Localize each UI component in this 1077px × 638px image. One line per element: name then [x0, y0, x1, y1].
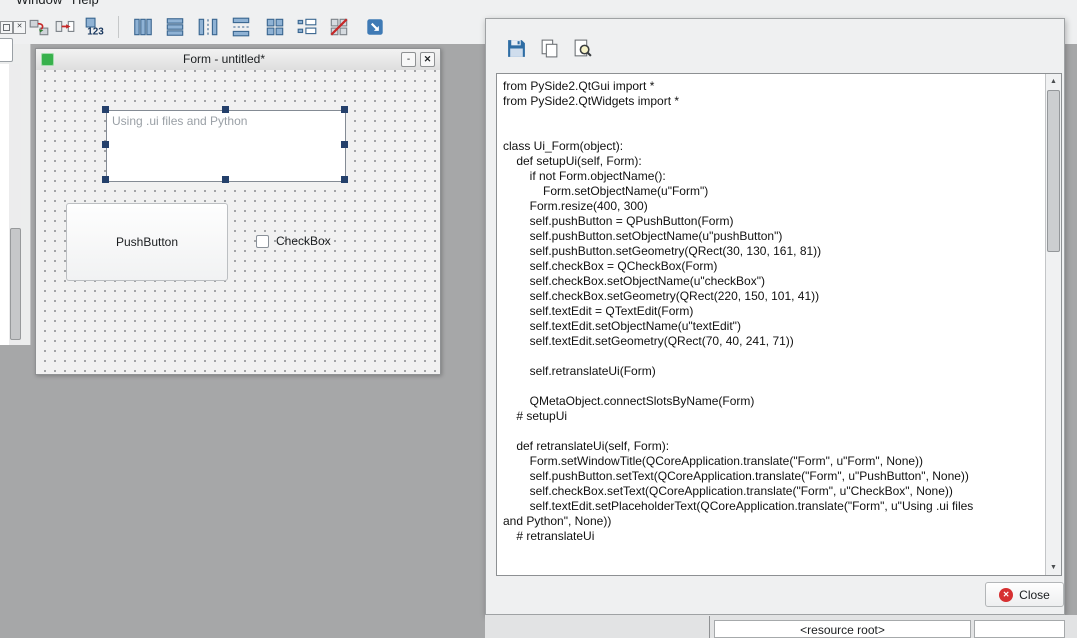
resource-root-item[interactable]: <resource root>: [714, 620, 971, 638]
copy-icon: [539, 38, 560, 62]
menu-item-window[interactable]: Window: [16, 0, 62, 8]
edit-signals-slots-icon: [28, 16, 50, 38]
code-scrollbar-thumb[interactable]: [1047, 90, 1060, 252]
save-icon: [506, 38, 527, 62]
break-layout-icon: [328, 16, 350, 38]
widget-box-scrollbar[interactable]: [9, 64, 21, 345]
menubar: Window Help: [0, 0, 480, 8]
form-designer-window: Form - untitled* - ✕ Using .ui files and…: [35, 48, 441, 375]
checkbox-label: CheckBox: [276, 234, 331, 248]
edit-tab-order-icon: 123: [84, 16, 106, 38]
menu-item-help[interactable]: Help: [72, 0, 99, 8]
layout-form-icon: [296, 16, 318, 38]
resize-handle-top-right[interactable]: [341, 106, 348, 113]
widget-box-list: [0, 64, 9, 345]
save-button[interactable]: [504, 38, 528, 62]
layout-horizontally-button[interactable]: [130, 14, 156, 40]
close-button-label: Close: [1019, 588, 1050, 602]
resize-handle-bottom[interactable]: [222, 176, 229, 183]
window-close-button[interactable]: ✕: [420, 52, 435, 67]
widget-filter-input[interactable]: [0, 38, 13, 62]
layout-vertical-splitter-icon: [230, 16, 252, 38]
toolbar-separator: [118, 16, 119, 38]
resize-handle-top-left[interactable]: [102, 106, 109, 113]
adjust-size-button[interactable]: [362, 14, 388, 40]
layout-grid-button[interactable]: [262, 14, 288, 40]
generated-code-text[interactable]: from PySide2.QtGui import * from PySide2…: [497, 74, 1061, 549]
dock-float-button[interactable]: [0, 21, 13, 34]
layout-vertically-button[interactable]: [162, 14, 188, 40]
code-viewer-window: from PySide2.QtGui import * from PySide2…: [485, 18, 1065, 615]
resize-handle-right[interactable]: [341, 141, 348, 148]
close-button[interactable]: ✕ Close: [985, 582, 1064, 607]
panel-divider: [709, 616, 710, 638]
resize-handle-top[interactable]: [222, 106, 229, 113]
scroll-down-icon[interactable]: ▼: [1046, 561, 1061, 574]
edit-tab-order-button[interactable]: 123: [82, 14, 108, 40]
layout-form-button[interactable]: [294, 14, 320, 40]
layout-vertically-icon: [164, 16, 186, 38]
edit-signals-slots-button[interactable]: [26, 14, 52, 40]
form-window-titlebar[interactable]: Form - untitled* - ✕: [36, 49, 440, 71]
resource-detail-panel: [974, 620, 1065, 638]
textedit-placeholder: Using .ui files and Python: [112, 114, 247, 128]
form-canvas[interactable]: Using .ui files and Python PushButton Ch…: [36, 70, 440, 374]
layout-horizontal-splitter-icon: [197, 16, 219, 38]
layout-grid-icon: [264, 16, 286, 38]
qt-designer-app: Window Help ✕ 123: [0, 0, 1077, 638]
svg-text:123: 123: [87, 27, 104, 38]
checkbox-indicator[interactable]: [256, 235, 269, 248]
code-scrollbar[interactable]: ▲ ▼: [1045, 74, 1061, 575]
textedit-widget[interactable]: Using .ui files and Python: [106, 110, 346, 182]
close-circle-icon: ✕: [999, 588, 1013, 602]
resize-handle-bottom-left[interactable]: [102, 176, 109, 183]
resource-root-label: <resource root>: [800, 623, 885, 637]
adjust-size-icon: [364, 16, 386, 38]
copy-button[interactable]: [537, 38, 561, 62]
break-layout-button[interactable]: [326, 14, 352, 40]
code-editor[interactable]: from PySide2.QtGui import * from PySide2…: [496, 73, 1062, 576]
edit-buddies-icon: [54, 16, 76, 38]
layout-horizontally-icon: [132, 16, 154, 38]
dock-close-button[interactable]: ✕: [13, 21, 26, 34]
widget-box-dock: [0, 44, 31, 345]
scroll-up-icon[interactable]: ▲: [1046, 75, 1061, 88]
resize-handle-left[interactable]: [102, 141, 109, 148]
layout-horizontal-splitter-button[interactable]: [195, 14, 221, 40]
find-button[interactable]: [570, 38, 594, 62]
resource-browser-strip: <resource root>: [485, 615, 1077, 638]
checkbox-widget[interactable]: CheckBox: [256, 234, 331, 248]
scrollbar-thumb[interactable]: [10, 228, 21, 340]
edit-buddies-button[interactable]: [52, 14, 78, 40]
pushbutton-widget[interactable]: PushButton: [66, 203, 228, 281]
minimize-button[interactable]: -: [401, 52, 416, 67]
form-window-title: Form - untitled*: [36, 52, 440, 66]
resize-handle-bottom-right[interactable]: [341, 176, 348, 183]
find-icon: [572, 38, 593, 62]
layout-vertical-splitter-button[interactable]: [228, 14, 254, 40]
